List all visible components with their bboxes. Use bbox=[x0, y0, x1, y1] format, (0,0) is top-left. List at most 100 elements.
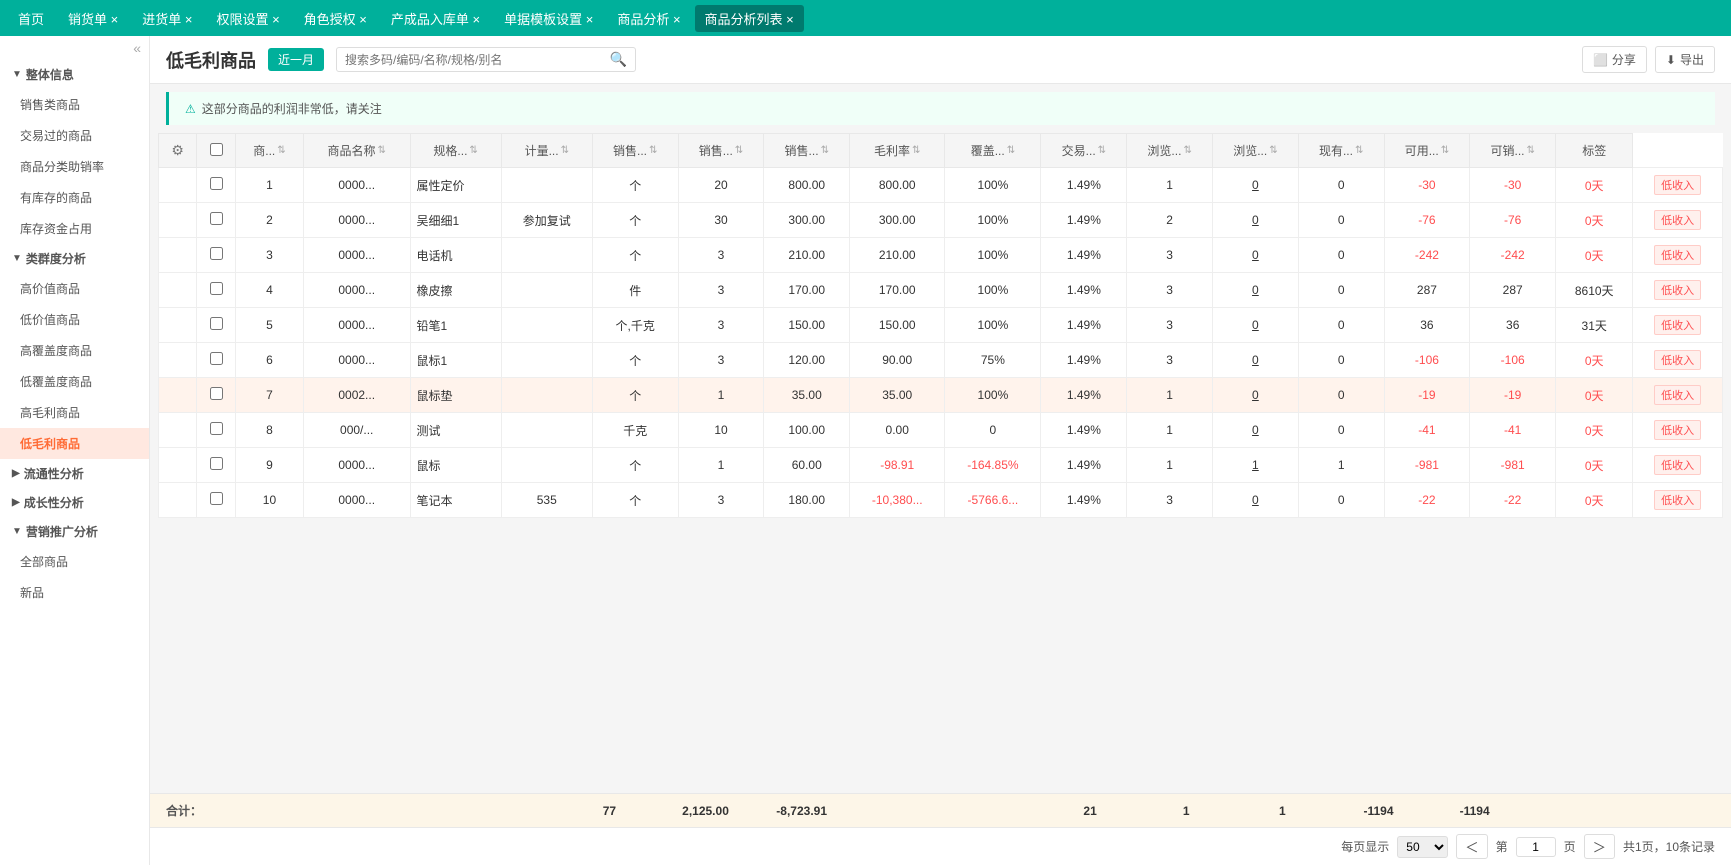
sidebar-item-new-products[interactable]: 新品 bbox=[0, 577, 149, 608]
row-views1[interactable]: 0 bbox=[1213, 238, 1299, 273]
col-sales-qty[interactable]: 销售...⇅ bbox=[592, 134, 678, 168]
col-code[interactable]: 商...⇅ bbox=[236, 134, 304, 168]
date-filter-button[interactable]: 近一月 bbox=[268, 48, 324, 71]
row-views1[interactable]: 0 bbox=[1213, 483, 1299, 518]
sidebar-item-high-coverage[interactable]: 高覆盖度商品 bbox=[0, 335, 149, 366]
row-views1[interactable]: 0 bbox=[1213, 378, 1299, 413]
sidebar-collapse-button[interactable]: « bbox=[133, 40, 141, 56]
row-saleable: 0天 bbox=[1556, 378, 1633, 413]
row-checkbox-input[interactable] bbox=[210, 212, 223, 225]
share-button[interactable]: ⬜ 分享 bbox=[1582, 46, 1647, 73]
row-checkbox-input[interactable] bbox=[210, 492, 223, 505]
select-all-checkbox[interactable] bbox=[210, 143, 223, 156]
export-button[interactable]: ⬇ 导出 bbox=[1655, 46, 1715, 73]
row-checkbox[interactable] bbox=[197, 343, 236, 378]
nav-permissions[interactable]: 权限设置 × bbox=[206, 5, 289, 32]
nav-product-entry[interactable]: 产成品入库单 × bbox=[381, 5, 490, 32]
row-sales-profit: 150.00 bbox=[850, 308, 945, 343]
sort-icon-unit: ⇅ bbox=[561, 145, 569, 156]
search-input[interactable] bbox=[345, 53, 610, 67]
row-checkbox[interactable] bbox=[197, 203, 236, 238]
row-views1[interactable]: 0 bbox=[1213, 343, 1299, 378]
product-table: ⚙ 商...⇅ 商品名称⇅ 规格...⇅ 计量...⇅ 销售...⇅ 销售...… bbox=[158, 133, 1723, 518]
col-gross-rate[interactable]: 毛利率⇅ bbox=[850, 134, 945, 168]
row-checkbox-input[interactable] bbox=[210, 422, 223, 435]
prev-page-button[interactable]: ＜ bbox=[1456, 834, 1487, 859]
sidebar-item-sales-products[interactable]: 销售类商品 bbox=[0, 89, 149, 120]
col-spec[interactable]: 规格...⇅ bbox=[410, 134, 501, 168]
row-views1[interactable]: 0 bbox=[1213, 413, 1299, 448]
sidebar-item-high-value[interactable]: 高价值商品 bbox=[0, 273, 149, 304]
col-coverage[interactable]: 覆盖...⇅ bbox=[945, 134, 1041, 168]
nav-home[interactable]: 首页 bbox=[8, 5, 54, 32]
row-trade: 1 bbox=[1127, 413, 1213, 448]
col-sales-profit[interactable]: 销售...⇅ bbox=[764, 134, 850, 168]
row-checkbox-input[interactable] bbox=[210, 282, 223, 295]
row-views1[interactable]: 0 bbox=[1213, 168, 1299, 203]
nav-roles[interactable]: 角色授权 × bbox=[294, 5, 377, 32]
row-checkbox-input[interactable] bbox=[210, 247, 223, 260]
settings-button[interactable]: ⚙ bbox=[171, 142, 184, 159]
footer-summary: 合计： 77 2,125.00 -8,723.91 21 1 1 -1194 -… bbox=[150, 793, 1731, 827]
row-views1[interactable]: 0 bbox=[1213, 203, 1299, 238]
col-unit[interactable]: 计量...⇅ bbox=[501, 134, 592, 168]
sidebar-item-traded-products[interactable]: 交易过的商品 bbox=[0, 120, 149, 151]
row-checkbox[interactable] bbox=[197, 378, 236, 413]
row-available: -106 bbox=[1470, 343, 1556, 378]
nav-purchase[interactable]: 进货单 × bbox=[132, 5, 202, 32]
nav-template[interactable]: 单据模板设置 × bbox=[494, 5, 603, 32]
row-checkbox[interactable] bbox=[197, 168, 236, 203]
row-checkbox[interactable] bbox=[197, 273, 236, 308]
row-checkbox-input[interactable] bbox=[210, 387, 223, 400]
page-size-select[interactable]: 50 20 100 bbox=[1397, 836, 1448, 858]
sidebar-group-flow[interactable]: ▶ 流通性分析 bbox=[0, 459, 149, 488]
col-name[interactable]: 商品名称⇅ bbox=[303, 134, 410, 168]
sidebar-item-high-margin[interactable]: 高毛利商品 bbox=[0, 397, 149, 428]
sidebar-item-low-margin[interactable]: 低毛利商品 bbox=[0, 428, 149, 459]
next-page-button[interactable]: ＞ bbox=[1584, 834, 1615, 859]
col-views1[interactable]: 浏览...⇅ bbox=[1127, 134, 1213, 168]
page-number-input[interactable] bbox=[1516, 837, 1556, 857]
row-checkbox[interactable] bbox=[197, 308, 236, 343]
row-checkbox-input[interactable] bbox=[210, 177, 223, 190]
row-checkbox[interactable] bbox=[197, 413, 236, 448]
row-saleable: 0天 bbox=[1556, 343, 1633, 378]
row-saleable: 8610天 bbox=[1556, 273, 1633, 308]
sidebar-item-stocked-products[interactable]: 有库存的商品 bbox=[0, 182, 149, 213]
col-saleable[interactable]: 可销...⇅ bbox=[1470, 134, 1556, 168]
nav-product-analysis-list[interactable]: 商品分析列表 × bbox=[695, 5, 804, 32]
col-current-stock[interactable]: 现有...⇅ bbox=[1298, 134, 1384, 168]
sidebar-item-inventory-capital[interactable]: 库存资金占用 bbox=[0, 213, 149, 244]
row-checkbox-input[interactable] bbox=[210, 352, 223, 365]
nav-sales[interactable]: 销货单 × bbox=[58, 5, 128, 32]
row-views1[interactable]: 0 bbox=[1213, 273, 1299, 308]
row-checkbox[interactable] bbox=[197, 238, 236, 273]
sidebar-item-all-products[interactable]: 全部商品 bbox=[0, 546, 149, 577]
sidebar-item-low-coverage[interactable]: 低覆盖度商品 bbox=[0, 366, 149, 397]
search-icon[interactable]: 🔍 bbox=[610, 51, 627, 68]
sidebar-group-overall[interactable]: ▼ 整体信息 bbox=[0, 60, 149, 89]
row-no: 7 bbox=[236, 378, 304, 413]
row-checkbox-input[interactable] bbox=[210, 317, 223, 330]
sidebar-group-marketing[interactable]: ▼ 营销推广分析 bbox=[0, 517, 149, 546]
row-checkbox[interactable] bbox=[197, 483, 236, 518]
col-sales-price[interactable]: 销售...⇅ bbox=[678, 134, 764, 168]
sidebar-item-low-value[interactable]: 低价值商品 bbox=[0, 304, 149, 335]
col-trade[interactable]: 交易...⇅ bbox=[1041, 134, 1127, 168]
sidebar-group-growth[interactable]: ▶ 成长性分析 bbox=[0, 488, 149, 517]
row-trade: 1 bbox=[1127, 448, 1213, 483]
nav-product-analysis[interactable]: 商品分析 × bbox=[607, 5, 690, 32]
sidebar-group-cluster[interactable]: ▼ 类群度分析 bbox=[0, 244, 149, 273]
row-tag: 低收入 bbox=[1633, 203, 1723, 238]
row-checkbox[interactable] bbox=[197, 448, 236, 483]
row-views1[interactable]: 0 bbox=[1213, 308, 1299, 343]
col-checkbox[interactable] bbox=[197, 134, 236, 168]
row-checkbox-input[interactable] bbox=[210, 457, 223, 470]
col-tag[interactable]: 标签 bbox=[1556, 134, 1633, 168]
col-available[interactable]: 可用...⇅ bbox=[1384, 134, 1470, 168]
row-views1[interactable]: 1 bbox=[1213, 448, 1299, 483]
col-views2[interactable]: 浏览...⇅ bbox=[1213, 134, 1299, 168]
col-settings[interactable]: ⚙ bbox=[159, 134, 197, 168]
table-wrap[interactable]: ⚙ 商...⇅ 商品名称⇅ 规格...⇅ 计量...⇅ 销售...⇅ 销售...… bbox=[150, 133, 1731, 793]
sidebar-item-category-rate[interactable]: 商品分类助销率 bbox=[0, 151, 149, 182]
